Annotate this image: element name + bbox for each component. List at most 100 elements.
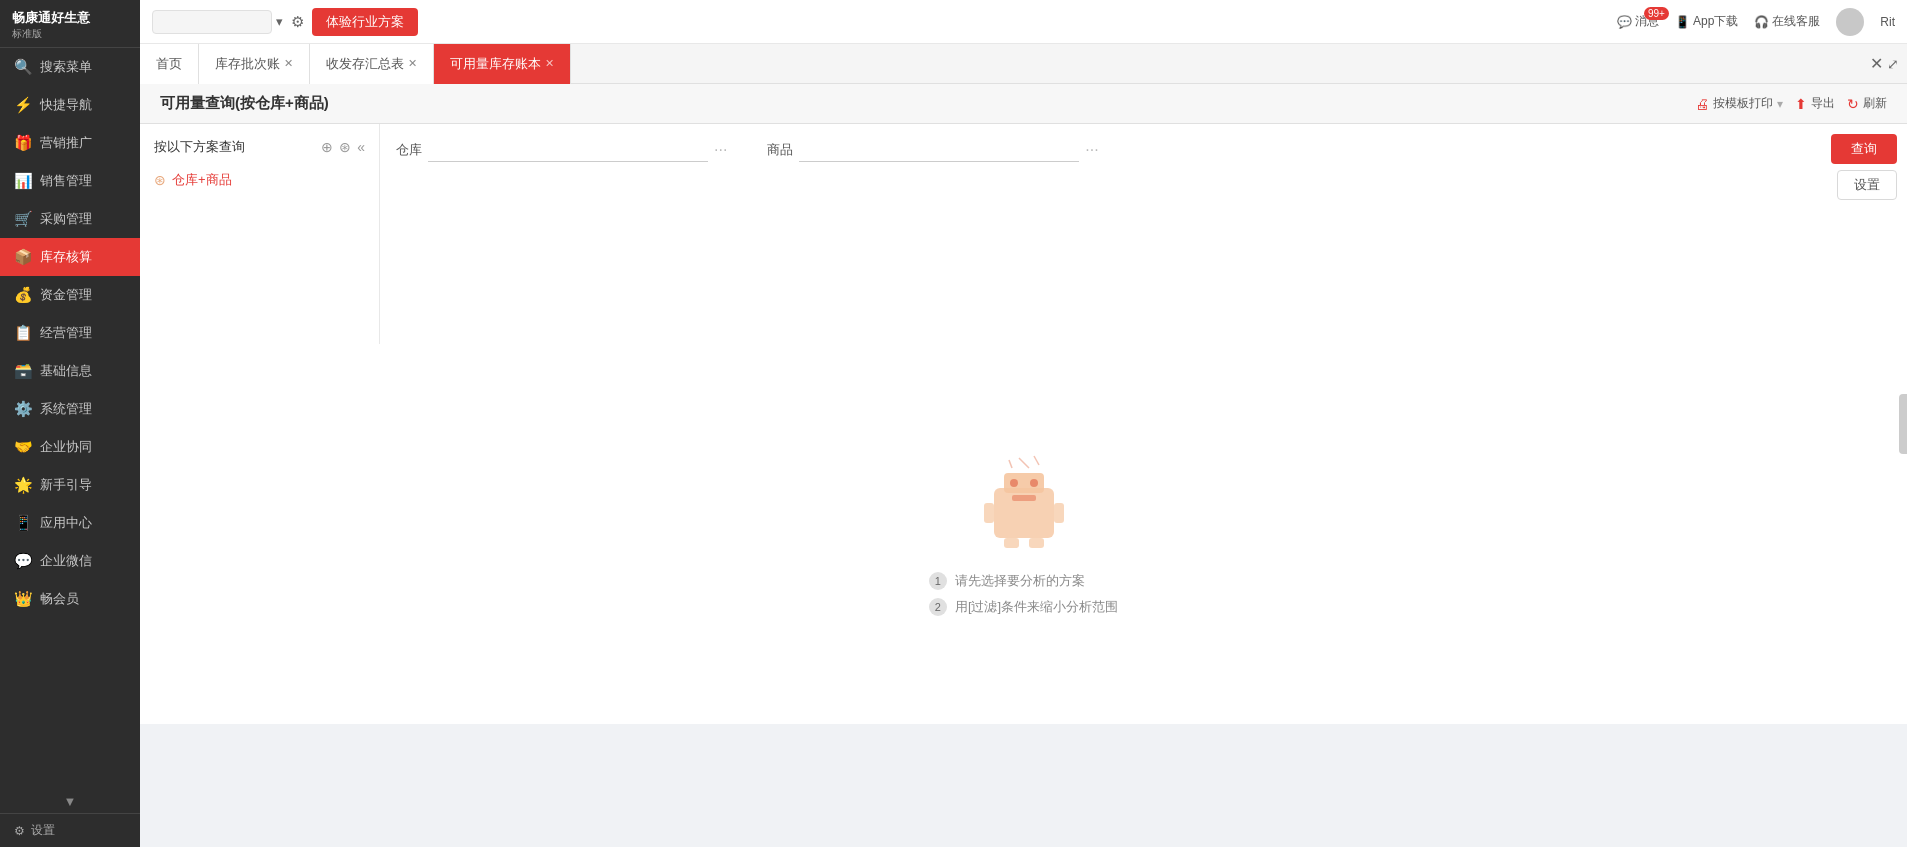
sidebar-label-marketing: 营销推广 [40,134,92,152]
chevron-down-icon: ▾ [276,14,283,29]
svg-point-2 [1010,479,1018,487]
wechat-icon: 💬 [14,552,32,570]
warehouse-label: 仓库 [396,141,422,159]
tab-receipt-summary-label: 收发存汇总表 [326,55,404,73]
tab-receipt-summary[interactable]: 收发存汇总表 ✕ [310,44,434,84]
sidebar-item-member[interactable]: 👑 畅会员 [0,580,140,618]
sidebar-item-system[interactable]: ⚙️ 系统管理 [0,390,140,428]
topbar-search-area: ▾ [152,10,283,34]
refresh-label: 刷新 [1863,95,1887,112]
tabs-expand-button[interactable]: ⤢ [1887,56,1899,72]
sidebar-label-search: 搜索菜单 [40,58,92,76]
sidebar-footer[interactable]: ⚙ 设置 [0,813,140,847]
tab-receipt-summary-close[interactable]: ✕ [408,57,417,70]
sidebar-label-wechat: 企业微信 [40,552,92,570]
settings-button[interactable]: 设置 [1837,170,1897,200]
action-buttons: 查询 设置 [1821,124,1907,344]
sidebar-label-shortcut: 快捷导航 [40,96,92,114]
scheme-collapse-icon[interactable]: « [357,139,365,155]
tab-available-qty-label: 可用量库存账本 [450,55,541,73]
sidebar-item-shortcut[interactable]: ⚡ 快捷导航 [0,86,140,124]
service-label: 在线客服 [1772,13,1820,30]
scheme-item-warehouse-product[interactable]: ⊛ 仓库+商品 [140,164,379,196]
print-dropdown-icon[interactable]: ▾ [1777,97,1783,111]
phone-icon: 📱 [1675,15,1690,29]
scheme-settings-icon[interactable]: ⊛ [339,139,351,155]
sidebar-item-marketing[interactable]: 🎁 营销推广 [0,124,140,162]
tab-home[interactable]: 首页 [140,44,199,84]
sidebar-item-newbie[interactable]: 🌟 新手引导 [0,466,140,504]
right-scroll-handle[interactable] [1899,394,1907,454]
tab-batch-ledger-close[interactable]: ✕ [284,57,293,70]
tab-available-qty-close[interactable]: ✕ [545,57,554,70]
sidebar-label-sales: 销售管理 [40,172,92,190]
sidebar-item-wechat[interactable]: 💬 企业微信 [0,542,140,580]
sidebar-item-operations[interactable]: 📋 经营管理 [0,314,140,352]
scheme-add-icon[interactable]: ⊕ [321,139,333,155]
tab-batch-ledger[interactable]: 库存批次账 ✕ [199,44,310,84]
sales-icon: 📊 [14,172,32,190]
export-label: 导出 [1811,95,1835,112]
tabs-bar: 首页 库存批次账 ✕ 收发存汇总表 ✕ 可用量库存账本 ✕ ✕ ⤢ [140,44,1907,84]
search-dropdown[interactable]: ▾ [276,14,283,29]
cooperation-icon: 🤝 [14,438,32,456]
scheme-item-label: 仓库+商品 [172,171,232,189]
newbie-icon: 🌟 [14,476,32,494]
gear-button[interactable]: ⚙ [291,13,304,31]
message-btn[interactable]: 💬 消息 99+ [1617,13,1659,30]
sidebar-item-search[interactable]: 🔍 搜索菜单 [0,48,140,86]
page-title: 可用量查询(按仓库+商品) [160,94,329,113]
sidebar-item-appcenter[interactable]: 📱 应用中心 [0,504,140,542]
tab-available-qty[interactable]: 可用量库存账本 ✕ [434,44,571,84]
svg-point-3 [1030,479,1038,487]
sidebar-label-basic: 基础信息 [40,362,92,380]
sidebar-item-finance[interactable]: 💰 资金管理 [0,276,140,314]
product-input[interactable] [799,138,1079,162]
sidebar-item-cooperation[interactable]: 🤝 企业协同 [0,428,140,466]
empty-hint-2: 2 用[过滤]条件来缩小分析范围 [929,598,1118,616]
svg-rect-7 [1004,538,1019,548]
empty-hint-1: 1 请先选择要分析的方案 [929,572,1118,590]
page-actions: 🖨 按模板打印 ▾ ⬆ 导出 ↻ 刷新 [1695,95,1887,112]
avatar[interactable] [1836,8,1864,36]
sidebar-item-inventory[interactable]: 📦 库存核算 [0,238,140,276]
username[interactable]: Rit [1880,15,1895,29]
svg-line-11 [1009,460,1012,468]
hint-num-2: 2 [929,598,947,616]
brand-version: 标准版 [12,27,128,41]
sidebar-item-basic[interactable]: 🗃️ 基础信息 [0,352,140,390]
refresh-icon: ↻ [1847,96,1859,112]
hint-text-2: 用[过滤]条件来缩小分析范围 [955,598,1118,616]
inventory-icon: 📦 [14,248,32,266]
query-button[interactable]: 查询 [1831,134,1897,164]
service-btn[interactable]: 🎧 在线客服 [1754,13,1820,30]
refresh-button[interactable]: ↻ 刷新 [1847,95,1887,112]
export-button[interactable]: ⬆ 导出 [1795,95,1835,112]
svg-rect-6 [1054,503,1064,523]
sidebar-item-purchase[interactable]: 🛒 采购管理 [0,200,140,238]
svg-rect-8 [1029,538,1044,548]
print-button[interactable]: 🖨 按模板打印 ▾ [1695,95,1783,112]
warehouse-more-icon[interactable]: ··· [714,141,727,159]
sidebar-label-inventory: 库存核算 [40,248,92,266]
sidebar-label-finance: 资金管理 [40,286,92,304]
page-header: 可用量查询(按仓库+商品) 🖨 按模板打印 ▾ ⬆ 导出 ↻ 刷新 [140,84,1907,124]
hint-text-1: 请先选择要分析的方案 [955,572,1085,590]
svg-rect-5 [984,503,994,523]
operations-icon: 📋 [14,324,32,342]
tabs-close-all-button[interactable]: ✕ [1870,54,1883,73]
product-more-icon[interactable]: ··· [1085,141,1098,159]
tabs-actions: ✕ ⤢ [1870,54,1907,73]
appcenter-icon: 📱 [14,514,32,532]
purchase-icon: 🛒 [14,210,32,228]
industry-btn[interactable]: 体验行业方案 [312,8,418,36]
topbar: ▾ ⚙ 体验行业方案 💬 消息 99+ 📱 App下载 🎧 在线客服 [140,0,1907,44]
sidebar-label-newbie: 新手引导 [40,476,92,494]
sidebar-scroll-down[interactable]: ▼ [0,790,140,813]
warehouse-input[interactable] [428,138,708,162]
export-icon: ⬆ [1795,96,1807,112]
search-input[interactable] [152,10,272,34]
sidebar-item-sales[interactable]: 📊 销售管理 [0,162,140,200]
app-download-btn[interactable]: 📱 App下载 [1675,13,1738,30]
main-area: ▾ ⚙ 体验行业方案 💬 消息 99+ 📱 App下载 🎧 在线客服 [140,0,1907,847]
